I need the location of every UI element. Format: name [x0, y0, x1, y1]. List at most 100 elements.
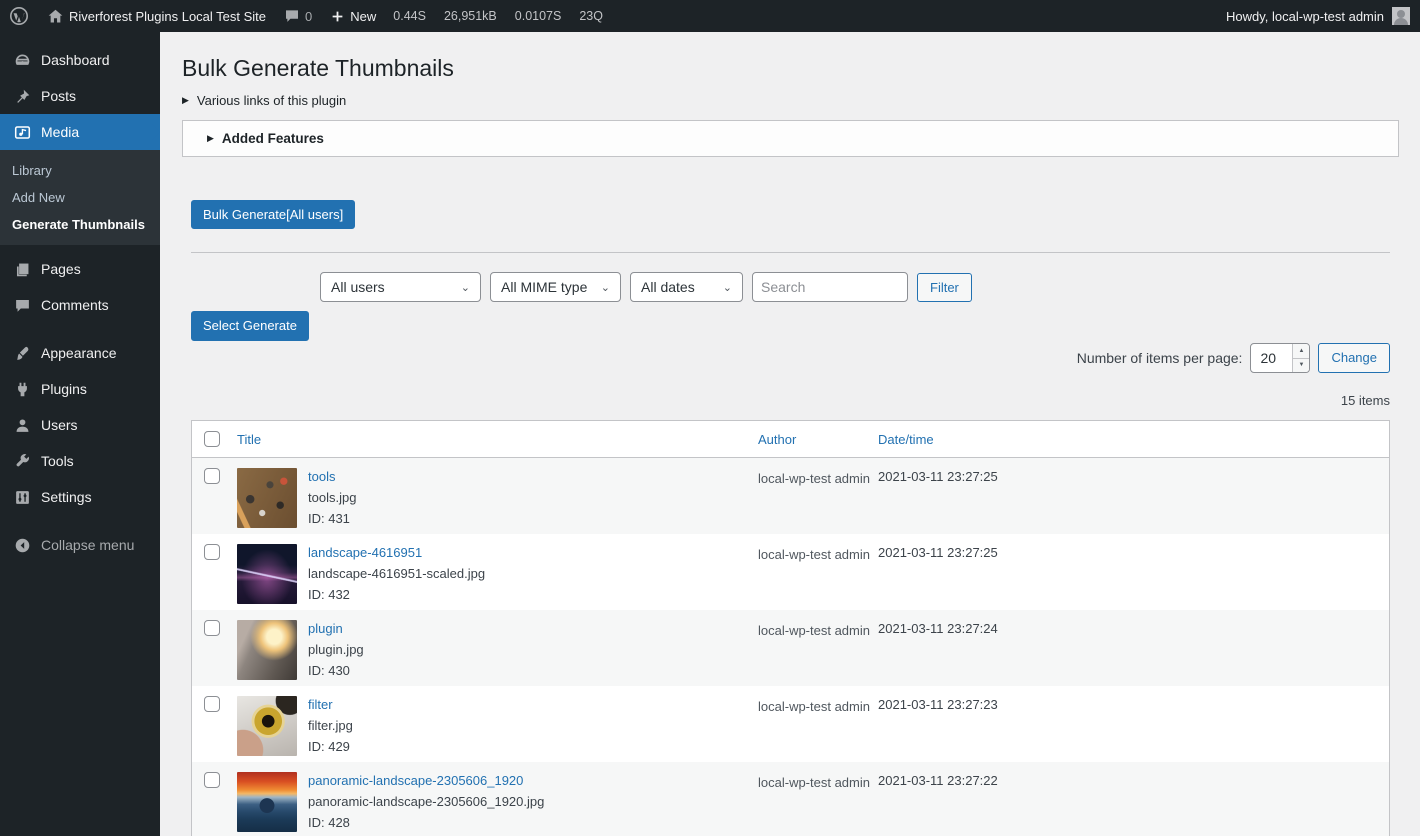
sort-datetime-header[interactable]: Date/time: [878, 432, 1389, 447]
comments-shortcut[interactable]: 0: [275, 0, 321, 32]
sidebar-label: Plugins: [41, 381, 87, 397]
sidebar-item-media[interactable]: Media: [0, 114, 160, 150]
change-button[interactable]: Change: [1318, 343, 1390, 373]
pin-icon: [12, 86, 32, 106]
avatar[interactable]: [1392, 7, 1410, 25]
media-id: ID: 431: [308, 511, 356, 526]
filter-button[interactable]: Filter: [917, 273, 972, 303]
sidebar-item-tools[interactable]: Tools: [0, 443, 160, 479]
media-title-link[interactable]: plugin: [308, 621, 364, 636]
media-datetime: 2021-03-11 23:27:22: [878, 772, 1389, 836]
media-author: local-wp-test admin: [758, 468, 878, 534]
sidebar-label: Dashboard: [41, 52, 110, 68]
sort-author-header[interactable]: Author: [758, 432, 878, 447]
row-checkbox[interactable]: [204, 620, 220, 636]
admin-bar: Riverforest Plugins Local Test Site 0 Ne…: [0, 0, 1420, 32]
media-filename: panoramic-landscape-2305606_1920.jpg: [308, 794, 544, 809]
plug-icon: [12, 379, 32, 399]
media-datetime: 2021-03-11 23:27:25: [878, 544, 1389, 610]
number-stepper[interactable]: ▲ ▼: [1292, 344, 1309, 372]
comments-icon: [12, 295, 32, 315]
sidebar-item-generate-thumbnails[interactable]: Generate Thumbnails: [0, 211, 160, 238]
site-link[interactable]: Riverforest Plugins Local Test Site: [38, 0, 275, 32]
brush-icon: [12, 343, 32, 363]
media-id: ID: 429: [308, 739, 353, 754]
main-content: Bulk Generate Thumbnails ▶ Various links…: [160, 0, 1420, 836]
users-filter-value: All users: [331, 279, 385, 295]
items-per-page-value: 20: [1251, 344, 1292, 372]
sidebar-item-plugins[interactable]: Plugins: [0, 371, 160, 407]
sort-title-header[interactable]: Title: [237, 432, 758, 447]
media-thumbnail[interactable]: [237, 468, 297, 528]
items-count: 15 items: [191, 393, 1390, 408]
media-datetime: 2021-03-11 23:27:23: [878, 696, 1389, 762]
sidebar-item-comments[interactable]: Comments: [0, 287, 160, 323]
media-datetime: 2021-03-11 23:27:25: [878, 468, 1389, 534]
performance-stats: 0.44S 26,951kB 0.0107S 23Q: [393, 9, 603, 23]
chevron-down-icon: ⌄: [723, 281, 732, 294]
comments-count: 0: [305, 9, 312, 24]
divider: [191, 252, 1390, 253]
table-row: tools tools.jpg ID: 431 local-wp-test ad…: [192, 458, 1389, 534]
wrench-icon: [12, 451, 32, 471]
table-row: panoramic-landscape-2305606_1920 panoram…: [192, 762, 1389, 836]
stepper-up-icon[interactable]: ▲: [1293, 344, 1309, 358]
sidebar-item-posts[interactable]: Posts: [0, 78, 160, 114]
wordpress-logo-icon[interactable]: [0, 0, 38, 32]
media-filename: plugin.jpg: [308, 642, 364, 657]
bulk-generate-button[interactable]: Bulk Generate[All users]: [191, 200, 355, 230]
users-filter-select[interactable]: All users ⌄: [320, 272, 481, 302]
howdy-account-link[interactable]: Howdy, local-wp-test admin: [1226, 9, 1384, 24]
sidebar-item-add-new[interactable]: Add New: [0, 184, 160, 211]
media-thumbnail[interactable]: [237, 772, 297, 832]
items-per-page-input[interactable]: 20 ▲ ▼: [1250, 343, 1310, 373]
collapse-menu-button[interactable]: Collapse menu: [0, 527, 160, 563]
media-filename: landscape-4616951-scaled.jpg: [308, 566, 485, 581]
mime-filter-select[interactable]: All MIME type ⌄: [490, 272, 621, 302]
row-checkbox[interactable]: [204, 544, 220, 560]
row-checkbox[interactable]: [204, 468, 220, 484]
added-features-toggle[interactable]: ▶ Added Features: [182, 120, 1399, 157]
media-thumbnail[interactable]: [237, 696, 297, 756]
media-thumbnail[interactable]: [237, 544, 297, 604]
plus-icon: [330, 9, 345, 24]
media-author: local-wp-test admin: [758, 772, 878, 836]
sidebar-label: Media: [41, 124, 79, 140]
added-features-label: Added Features: [222, 131, 324, 146]
new-content-button[interactable]: New: [321, 0, 385, 32]
media-title-link[interactable]: tools: [308, 469, 356, 484]
stepper-down-icon[interactable]: ▼: [1293, 358, 1309, 373]
media-title-link[interactable]: panoramic-landscape-2305606_1920: [308, 773, 544, 788]
page-title: Bulk Generate Thumbnails: [182, 32, 1399, 84]
media-thumbnail[interactable]: [237, 620, 297, 680]
sidebar-item-pages[interactable]: Pages: [0, 251, 160, 287]
home-icon: [47, 8, 64, 25]
dates-filter-value: All dates: [641, 279, 695, 295]
media-author: local-wp-test admin: [758, 544, 878, 610]
table-header-row: Title Author Date/time: [192, 421, 1389, 458]
search-input[interactable]: [752, 272, 908, 302]
row-checkbox[interactable]: [204, 696, 220, 712]
media-submenu: Library Add New Generate Thumbnails: [0, 150, 160, 245]
chevron-right-icon: ▶: [182, 95, 189, 106]
sidebar-label: Comments: [41, 297, 109, 313]
row-checkbox[interactable]: [204, 772, 220, 788]
sidebar-item-settings[interactable]: Settings: [0, 479, 160, 515]
dates-filter-select[interactable]: All dates ⌄: [630, 272, 743, 302]
table-body: tools tools.jpg ID: 431 local-wp-test ad…: [192, 458, 1389, 836]
sidebar-label: Users: [41, 417, 78, 433]
new-label: New: [350, 9, 376, 24]
media-title-link[interactable]: landscape-4616951: [308, 545, 485, 560]
sidebar-label: Appearance: [41, 345, 117, 361]
media-datetime: 2021-03-11 23:27:24: [878, 620, 1389, 686]
sidebar-item-appearance[interactable]: Appearance: [0, 335, 160, 371]
sidebar-item-library[interactable]: Library: [0, 157, 160, 184]
media-title-link[interactable]: filter: [308, 697, 353, 712]
select-all-checkbox[interactable]: [204, 431, 220, 447]
dashboard-icon: [12, 50, 32, 70]
select-generate-button[interactable]: Select Generate: [191, 311, 309, 341]
various-links-toggle[interactable]: ▶ Various links of this plugin: [182, 93, 1399, 108]
sidebar-item-dashboard[interactable]: Dashboard: [0, 42, 160, 78]
sidebar-item-users[interactable]: Users: [0, 407, 160, 443]
table-row: filter filter.jpg ID: 429 local-wp-test …: [192, 686, 1389, 762]
